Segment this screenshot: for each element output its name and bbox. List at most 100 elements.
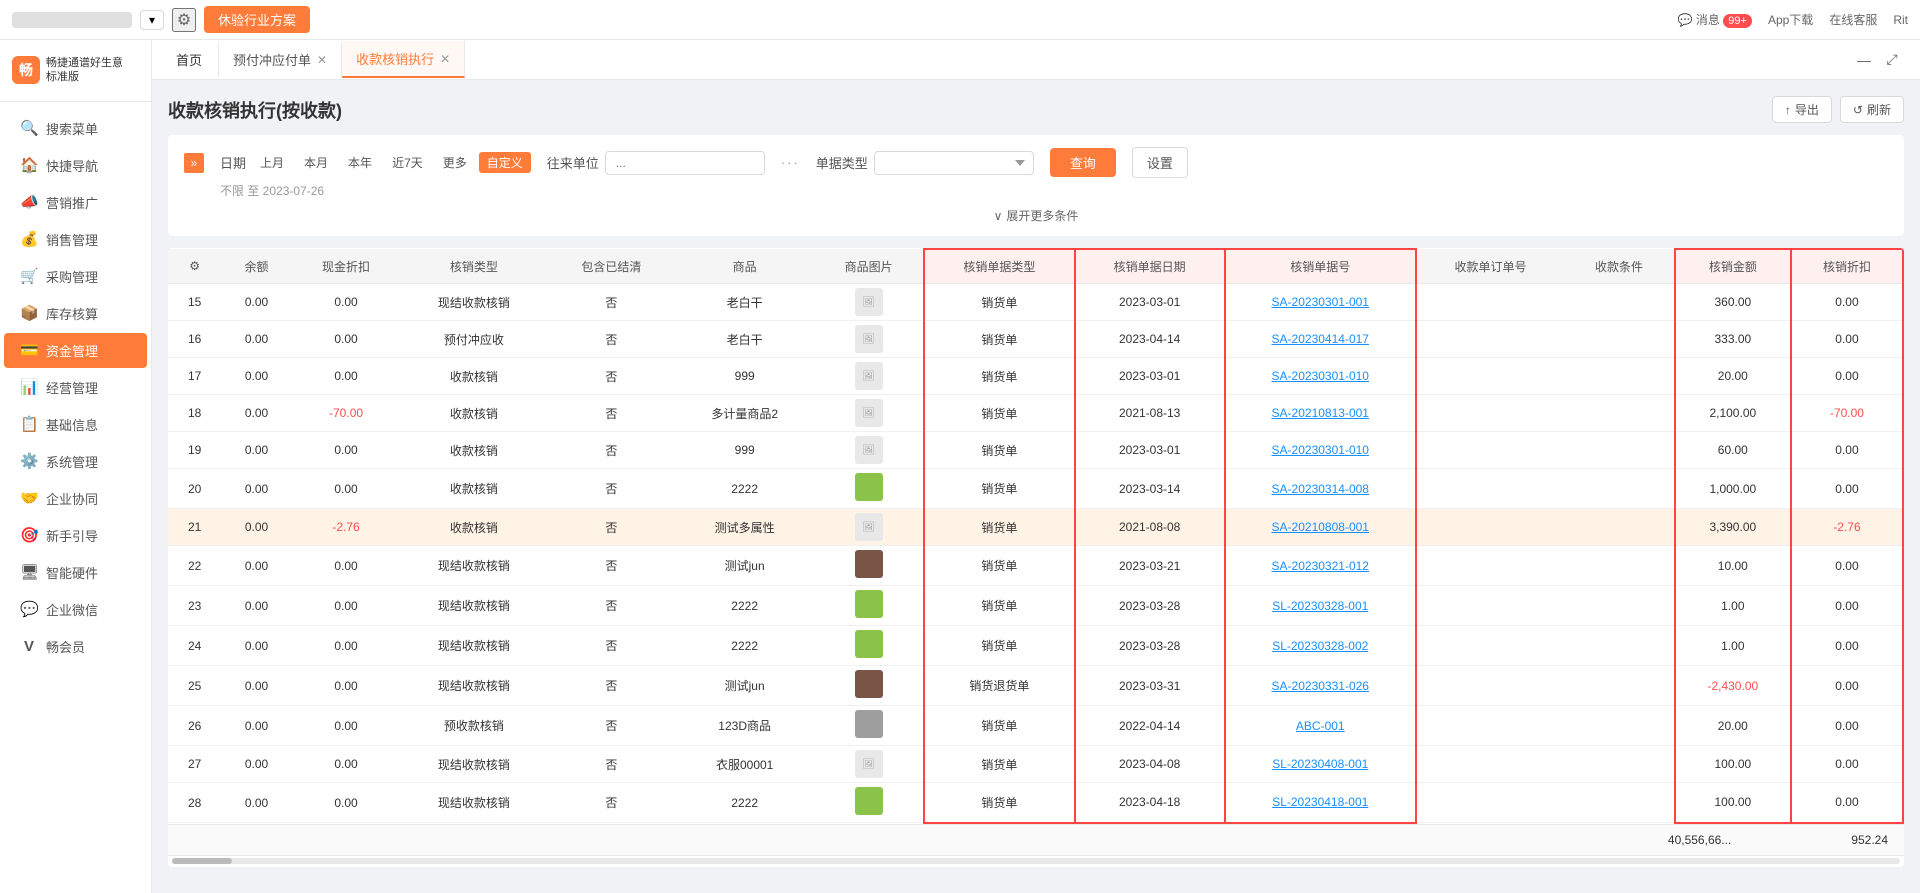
counterparty-input[interactable] <box>605 151 765 175</box>
cell-pay-cond <box>1564 509 1674 546</box>
cell-balance: 0.00 <box>221 706 291 746</box>
cell-bill-no[interactable]: SL-20230408-001 <box>1225 746 1416 783</box>
cell-balance: 0.00 <box>221 432 291 469</box>
cell-bill-date: 2023-03-31 <box>1075 666 1225 706</box>
sidebar-item-purchase[interactable]: 🛒采购管理 <box>4 259 147 294</box>
industry-button[interactable]: 休验行业方案 <box>204 6 310 33</box>
tab-prepay[interactable]: 预付冲应付单 ✕ <box>219 42 342 77</box>
cell-order-no <box>1416 746 1565 783</box>
cell-type: 现结收款核销 <box>400 546 547 586</box>
sidebar-item-sales[interactable]: 💰销售管理 <box>4 222 147 257</box>
date-filter-group: 日期 上月 本月 本年 近7天 更多 自定义 <box>220 152 531 173</box>
this-year-btn[interactable]: 本年 <box>340 152 380 173</box>
marketing-icon: 📣 <box>20 193 38 211</box>
cell-discount: -2.76 <box>1791 509 1903 546</box>
expand-more-row[interactable]: ∨ 展开更多条件 <box>184 207 1888 224</box>
cell-bill-no[interactable]: SA-20230301-001 <box>1225 284 1416 321</box>
tab-close-prepay[interactable]: ✕ <box>317 53 327 67</box>
scrollbar[interactable] <box>168 855 1904 867</box>
col-order-no: 收款单订单号 <box>1416 249 1565 284</box>
more-date-btn[interactable]: 更多 <box>435 152 475 173</box>
export-button[interactable]: ↑ 导出 <box>1772 96 1832 123</box>
cell-bill-no[interactable]: SL-20230328-002 <box>1225 626 1416 666</box>
product-image <box>855 710 883 738</box>
cell-amount: 20.00 <box>1675 358 1791 395</box>
expand-filter-button[interactable]: » <box>184 153 204 173</box>
sidebar-item-marketing[interactable]: 📣营销推广 <box>4 185 147 220</box>
sidebar-item-management[interactable]: 📊经营管理 <box>4 370 147 405</box>
tab-minimize-button[interactable]: — <box>1852 48 1876 72</box>
table-row: 19 0.00 0.00 收款核销 否 999 🖼 销货单 2023-03-01… <box>168 432 1903 469</box>
cell-bill-no[interactable]: SA-20210813-001 <box>1225 395 1416 432</box>
sidebar-item-inventory[interactable]: 📦库存核算 <box>4 296 147 331</box>
cell-bill-no[interactable]: ABC-001 <box>1225 706 1416 746</box>
cell-discount: 0.00 <box>1791 321 1903 358</box>
dropdown-button[interactable]: ▾ <box>140 10 164 30</box>
cell-bill-no[interactable]: SA-20230301-010 <box>1225 432 1416 469</box>
cell-order-no <box>1416 321 1565 358</box>
cell-bill-no[interactable]: SL-20230328-001 <box>1225 586 1416 626</box>
cell-bill-no[interactable]: SA-20210808-001 <box>1225 509 1416 546</box>
refresh-button[interactable]: ↺ 刷新 <box>1840 96 1904 123</box>
cell-cash-discount: 0.00 <box>292 626 401 666</box>
user-name[interactable]: Rit <box>1893 13 1908 27</box>
cell-type: 预付冲应收 <box>400 321 547 358</box>
cell-img <box>814 469 924 509</box>
cell-bill-type: 销货单 <box>924 783 1074 823</box>
col-included: 包含已结清 <box>547 249 675 284</box>
sidebar-item-hardware[interactable]: 🖥智能硬件 <box>4 555 147 590</box>
cell-order-no <box>1416 586 1565 626</box>
tab-collection[interactable]: 收款核销执行 ✕ <box>342 41 465 78</box>
cell-img: 🖼 <box>814 321 924 358</box>
cell-bill-no[interactable]: SA-20230321-012 <box>1225 546 1416 586</box>
this-month-btn[interactable]: 本月 <box>296 152 336 173</box>
cell-product: 衣服00001 <box>675 746 814 783</box>
sidebar-item-search[interactable]: 🔍搜索菜单 <box>4 111 147 146</box>
message-icon[interactable]: 💬 消息 99+ <box>1678 11 1752 28</box>
product-image <box>855 787 883 815</box>
sidebar-item-guide[interactable]: 🎯新手引导 <box>4 518 147 553</box>
cell-bill-no[interactable]: SA-20230301-010 <box>1225 358 1416 395</box>
filter-area: » 日期 上月 本月 本年 近7天 更多 自定义 往来单位 <box>168 135 1904 236</box>
tab-close-collection[interactable]: ✕ <box>440 52 450 66</box>
product-image <box>855 590 883 618</box>
export-icon: ↑ <box>1785 103 1791 117</box>
gear-icon[interactable]: ⚙ <box>172 8 196 32</box>
cell-product: 2222 <box>675 469 814 509</box>
bill-type-select[interactable] <box>874 151 1034 175</box>
sidebar-item-member[interactable]: V畅会员 <box>4 629 147 664</box>
last-month-btn[interactable]: 上月 <box>252 152 292 173</box>
col-settings[interactable]: ⚙ <box>168 249 221 284</box>
query-button[interactable]: 查询 <box>1050 148 1116 177</box>
app-download-link[interactable]: App下载 <box>1768 11 1813 28</box>
sidebar-item-system[interactable]: ⚙️系统管理 <box>4 444 147 479</box>
cell-bill-no[interactable]: SA-20230414-017 <box>1225 321 1416 358</box>
scrollbar-thumb[interactable] <box>172 858 232 864</box>
sidebar-item-wechat[interactable]: 💬企业微信 <box>4 592 147 627</box>
tab-maximize-button[interactable]: ⤢ <box>1880 48 1904 72</box>
custom-date-btn[interactable]: 自定义 <box>479 152 531 173</box>
cell-discount: 0.00 <box>1791 432 1903 469</box>
last-7days-btn[interactable]: 近7天 <box>384 152 431 173</box>
cell-bill-no[interactable]: SA-20230331-026 <box>1225 666 1416 706</box>
tab-home[interactable]: 首页 <box>160 42 219 77</box>
date-label: 日期 <box>220 153 246 172</box>
table-row: 28 0.00 0.00 现结收款核销 否 2222 销货单 2023-04-1… <box>168 783 1903 823</box>
cell-bill-no[interactable]: SA-20230314-008 <box>1225 469 1416 509</box>
cell-discount: 0.00 <box>1791 626 1903 666</box>
online-service-link[interactable]: 在线客服 <box>1829 11 1877 28</box>
cell-bill-date: 2023-04-08 <box>1075 746 1225 783</box>
cell-product: 老白干 <box>675 321 814 358</box>
cell-bill-no[interactable]: SL-20230418-001 <box>1225 783 1416 823</box>
cell-cash-discount: -2.76 <box>292 509 401 546</box>
table-header-row: ⚙ 余额 现金折扣 核销类型 包含已结清 商品 商品图片 核销单据类型 核销单据… <box>168 249 1903 284</box>
logo-text: 畅捷通谱好生意 标准版 <box>46 56 123 85</box>
sidebar-item-finance[interactable]: 💳资金管理 <box>4 333 147 368</box>
setting-button[interactable]: 设置 <box>1132 147 1188 178</box>
sidebar-item-quicknav[interactable]: 🏠快捷导航 <box>4 148 147 183</box>
cell-img <box>814 783 924 823</box>
product-image: 🖼 <box>855 436 883 464</box>
sidebar-item-collab[interactable]: 🤝企业协同 <box>4 481 147 516</box>
cell-balance: 0.00 <box>221 358 291 395</box>
sidebar-item-basic[interactable]: 📋基础信息 <box>4 407 147 442</box>
